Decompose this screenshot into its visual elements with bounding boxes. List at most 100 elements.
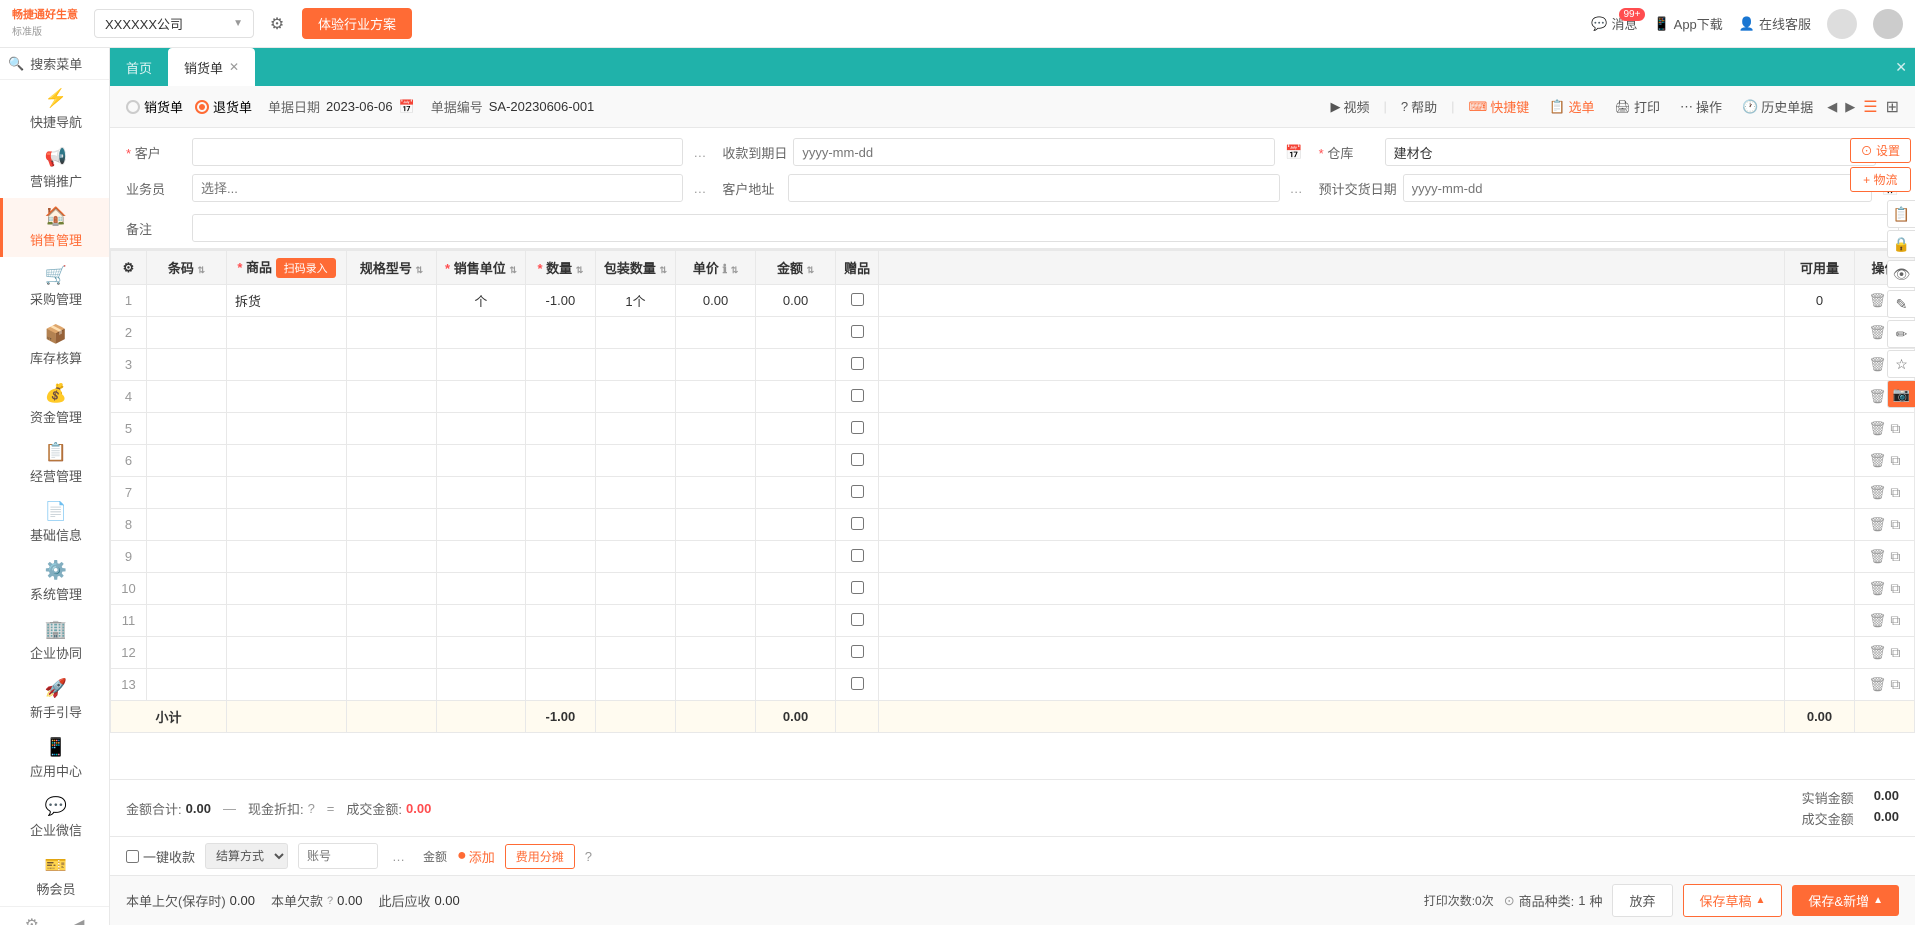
payment-help-icon[interactable]: ? bbox=[585, 849, 592, 864]
cell-gift-11[interactable] bbox=[836, 605, 879, 637]
cell-qty-3[interactable] bbox=[525, 349, 595, 381]
history-tool-btn[interactable]: 🕐 历史单据 bbox=[1736, 94, 1819, 119]
cell-barcode-7[interactable] bbox=[147, 477, 227, 509]
delete-icon-4[interactable]: 🗑 bbox=[1869, 388, 1887, 405]
copy-icon-7[interactable]: ⧉ bbox=[1890, 484, 1900, 501]
shortcut-tool-btn[interactable]: ⌨ 快捷键 bbox=[1463, 94, 1536, 119]
online-service-btn[interactable]: 👤 在线客服 bbox=[1739, 14, 1811, 33]
receipt-date-input[interactable] bbox=[793, 138, 1275, 166]
sidebar-item-app-center[interactable]: 📱 应用中心 bbox=[0, 729, 109, 788]
qty-sort-icon[interactable]: ⇅ bbox=[576, 265, 584, 275]
customer-addr-dots[interactable]: … bbox=[1290, 181, 1303, 196]
cell-price-9[interactable] bbox=[676, 541, 756, 573]
copy-icon-11[interactable]: ⧉ bbox=[1890, 612, 1900, 629]
cell-spec-12[interactable] bbox=[347, 637, 437, 669]
right-tool-4[interactable]: ✎ bbox=[1887, 290, 1915, 318]
sidebar-item-sys-mgmt[interactable]: ⚙️ 系统管理 bbox=[0, 552, 109, 611]
account-dots[interactable]: … bbox=[392, 849, 405, 864]
cell-spec-1[interactable] bbox=[347, 285, 437, 317]
cell-product-13[interactable] bbox=[227, 669, 347, 701]
cell-price-2[interactable] bbox=[676, 317, 756, 349]
customer-dots[interactable]: … bbox=[693, 145, 706, 160]
video-tool-btn[interactable]: ▶ 视频 bbox=[1324, 94, 1375, 119]
cell-product-7[interactable] bbox=[227, 477, 347, 509]
cell-gift-6[interactable] bbox=[836, 445, 879, 477]
copy-icon-8[interactable]: ⧉ bbox=[1890, 516, 1900, 533]
delete-icon-13[interactable]: 🗑 bbox=[1869, 676, 1887, 693]
message-btn[interactable]: 💬 消息 99+ bbox=[1591, 14, 1637, 33]
price-sort-icon[interactable]: ⇅ bbox=[731, 265, 739, 275]
sidebar-item-quick-nav[interactable]: ⚡ 快捷导航 bbox=[0, 80, 109, 139]
cell-qty-13[interactable] bbox=[525, 669, 595, 701]
salesperson-dots[interactable]: … bbox=[693, 181, 706, 196]
cell-product-10[interactable] bbox=[227, 573, 347, 605]
cell-spec-13[interactable] bbox=[347, 669, 437, 701]
unit-sort-icon[interactable]: ⇅ bbox=[509, 265, 517, 275]
setup-button[interactable]: ⊙ 设置 bbox=[1850, 138, 1911, 163]
sidebar-item-inventory[interactable]: 📦 库存核算 bbox=[0, 316, 109, 375]
avatar2[interactable] bbox=[1873, 9, 1903, 39]
barcode-sort-icon[interactable]: ⇅ bbox=[198, 265, 206, 275]
cell-spec-10[interactable] bbox=[347, 573, 437, 605]
cell-qty-12[interactable] bbox=[525, 637, 595, 669]
cell-qty-2[interactable] bbox=[525, 317, 595, 349]
delete-icon-5[interactable]: 🗑 bbox=[1869, 420, 1887, 437]
calc-method-select[interactable]: 结算方式 bbox=[205, 843, 288, 869]
receipt-date-calendar-icon[interactable]: 📅 bbox=[1285, 144, 1302, 161]
gift-checkbox-13[interactable] bbox=[851, 677, 864, 690]
gift-checkbox-6[interactable] bbox=[851, 453, 864, 466]
sidebar-item-sales-mgmt[interactable]: 🏠 销售管理 bbox=[0, 198, 109, 257]
sidebar-item-purchase[interactable]: 🛒 采购管理 bbox=[0, 257, 109, 316]
gift-checkbox-5[interactable] bbox=[851, 421, 864, 434]
cell-price-7[interactable] bbox=[676, 477, 756, 509]
cell-product-8[interactable] bbox=[227, 509, 347, 541]
cell-product-4[interactable] bbox=[227, 381, 347, 413]
logistics-button[interactable]: + 物流 bbox=[1850, 167, 1911, 192]
view-list-icon[interactable]: ☰ bbox=[1863, 97, 1877, 117]
company-selector[interactable]: XXXXXX公司 ▼ bbox=[94, 9, 254, 38]
cell-qty-10[interactable] bbox=[525, 573, 595, 605]
print-tool-btn[interactable]: 🖨 打印 bbox=[1609, 94, 1667, 119]
pkg-sort-icon[interactable]: ⇅ bbox=[660, 265, 668, 275]
cell-product-6[interactable] bbox=[227, 445, 347, 477]
operation-tool-btn[interactable]: ⋯ 操作 bbox=[1674, 94, 1728, 119]
app-download-btn[interactable]: 📱 App下载 bbox=[1653, 14, 1722, 33]
sidebar-item-basic-info[interactable]: 📄 基础信息 bbox=[0, 493, 109, 552]
cell-price-13[interactable] bbox=[676, 669, 756, 701]
cell-barcode-1[interactable] bbox=[147, 285, 227, 317]
cell-gift-5[interactable] bbox=[836, 413, 879, 445]
cell-spec-8[interactable] bbox=[347, 509, 437, 541]
tab-close-icon[interactable]: ✕ bbox=[229, 60, 239, 74]
sidebar-item-operations[interactable]: 📋 经营管理 bbox=[0, 434, 109, 493]
delete-icon-1[interactable]: 🗑 bbox=[1869, 292, 1887, 309]
cell-barcode-5[interactable] bbox=[147, 413, 227, 445]
cell-price-6[interactable] bbox=[676, 445, 756, 477]
cell-price-10[interactable] bbox=[676, 573, 756, 605]
cell-gift-10[interactable] bbox=[836, 573, 879, 605]
cell-qty-4[interactable] bbox=[525, 381, 595, 413]
sidebar-item-vip[interactable]: 🎫 畅会员 bbox=[0, 847, 109, 906]
gift-checkbox-2[interactable] bbox=[851, 325, 864, 338]
trial-button[interactable]: 体验行业方案 bbox=[302, 8, 412, 39]
save-draft-button[interactable]: 保存草稿 ▲ bbox=[1683, 884, 1783, 917]
gift-checkbox-7[interactable] bbox=[851, 485, 864, 498]
cell-gift-3[interactable] bbox=[836, 349, 879, 381]
right-tool-6[interactable]: ☆ bbox=[1887, 350, 1915, 378]
delete-icon-8[interactable]: 🗑 bbox=[1869, 516, 1887, 533]
delete-icon-2[interactable]: 🗑 bbox=[1869, 324, 1887, 341]
copy-icon-12[interactable]: ⧉ bbox=[1890, 644, 1900, 661]
cell-price-5[interactable] bbox=[676, 413, 756, 445]
radio-return[interactable]: 退货单 bbox=[195, 97, 252, 116]
spec-sort-icon[interactable]: ⇅ bbox=[416, 265, 424, 275]
cell-spec-5[interactable] bbox=[347, 413, 437, 445]
cell-price-12[interactable] bbox=[676, 637, 756, 669]
nav-next-icon[interactable]: ▶ bbox=[1845, 99, 1855, 115]
view-grid-icon[interactable]: ⊞ bbox=[1886, 97, 1899, 117]
cell-barcode-10[interactable] bbox=[147, 573, 227, 605]
cell-gift-7[interactable] bbox=[836, 477, 879, 509]
cell-gift-1[interactable] bbox=[836, 285, 879, 317]
pick-tool-btn[interactable]: 📋 选单 bbox=[1543, 94, 1600, 119]
sidebar-collapse-icon[interactable]: ◀ bbox=[72, 915, 84, 925]
sidebar-item-enterprise[interactable]: 🏢 企业协同 bbox=[0, 611, 109, 670]
right-tool-1[interactable]: 📋 bbox=[1887, 200, 1915, 228]
